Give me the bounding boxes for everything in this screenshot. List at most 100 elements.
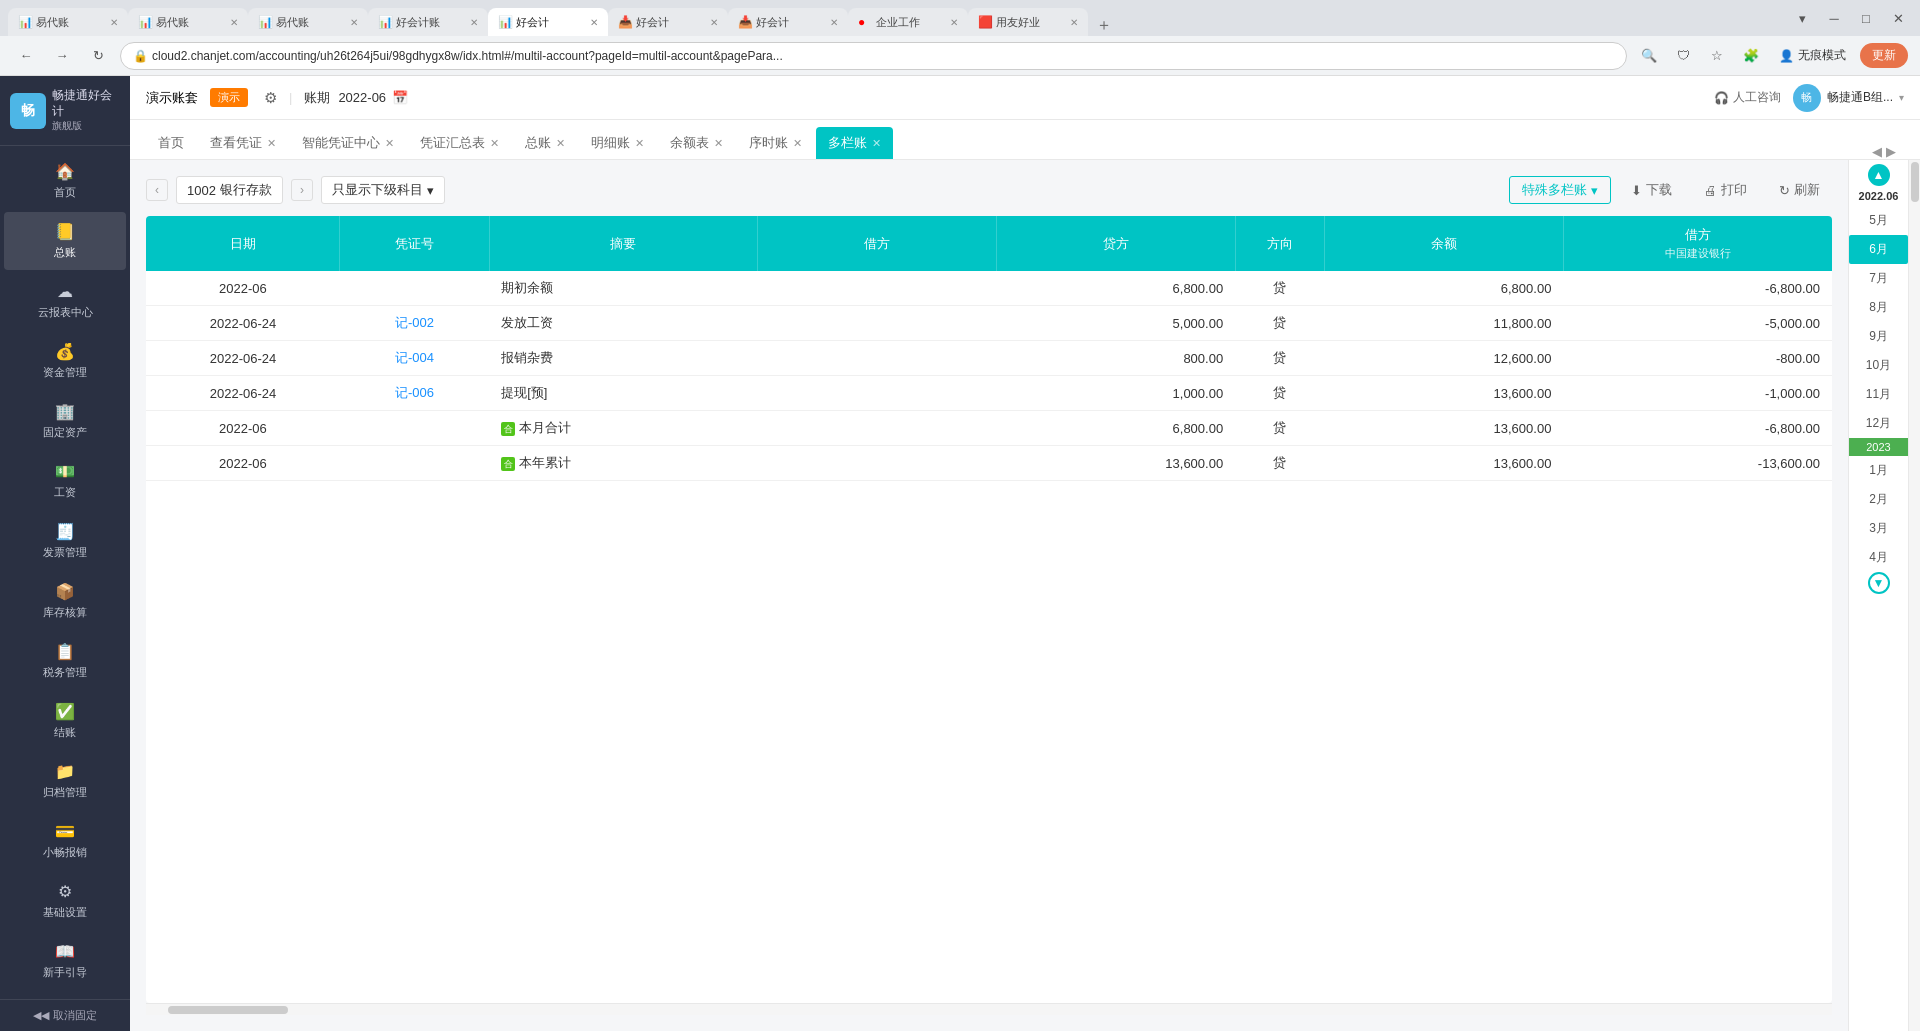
horizontal-scrollbar[interactable] [146, 1003, 1832, 1015]
tab-close-voucher-summary[interactable]: ✕ [490, 137, 499, 150]
sidebar-item-member[interactable]: 👤 畅会员 [4, 992, 126, 999]
browser-tab-1[interactable]: 📊 易代账 ✕ [8, 8, 128, 36]
sidebar-item-report[interactable]: ☁ 云报表中心 [4, 272, 126, 330]
sidebar-item-settings[interactable]: ⚙ 基础设置 [4, 872, 126, 930]
account-prev-button[interactable]: ‹ [146, 179, 168, 201]
h-scroll-thumb[interactable] [168, 1006, 288, 1014]
sidebar-item-fixed[interactable]: 🏢 固定资产 [4, 392, 126, 450]
voucher-link-2[interactable]: 记-004 [395, 350, 434, 365]
cell-voucher-row-2[interactable]: 记-004 [340, 341, 489, 376]
tab-close-8[interactable]: ✕ [950, 17, 958, 28]
browser-tab-3[interactable]: 📊 易代账 ✕ [248, 8, 368, 36]
profile-button[interactable]: 👤 无痕模式 [1771, 43, 1854, 69]
tab-voucher-summary[interactable]: 凭证汇总表 ✕ [408, 127, 511, 159]
tab-list-button[interactable]: ▾ [1790, 6, 1814, 30]
tab-smart-voucher[interactable]: 智能凭证中心 ✕ [290, 127, 406, 159]
vertical-scrollbar[interactable] [1908, 160, 1920, 1031]
browser-tab-7[interactable]: 📥 好会计 ✕ [728, 8, 848, 36]
sidebar-item-guide[interactable]: 📖 新手引导 [4, 932, 126, 990]
browser-tab-4[interactable]: 📊 好会计账 ✕ [368, 8, 488, 36]
tab-voucher-view[interactable]: 查看凭证 ✕ [198, 127, 288, 159]
month-item-2023-4[interactable]: 4月 [1849, 543, 1908, 572]
cell-voucher-row-3[interactable]: 记-006 [340, 376, 489, 411]
minimize-button[interactable]: ─ [1822, 6, 1846, 30]
tab-close-9[interactable]: ✕ [1070, 17, 1078, 28]
star-button[interactable]: ☆ [1703, 42, 1731, 70]
tab-multi-col[interactable]: 多栏账 ✕ [816, 127, 893, 159]
cell-voucher-row-1[interactable]: 记-002 [340, 306, 489, 341]
tab-close-smart-voucher[interactable]: ✕ [385, 137, 394, 150]
browser-tab-5[interactable]: 📊 好会计 ✕ [488, 8, 608, 36]
tab-close-detail-ledger[interactable]: ✕ [635, 137, 644, 150]
month-item-7[interactable]: 7月 [1849, 264, 1908, 293]
tab-close-5[interactable]: ✕ [590, 17, 598, 28]
sidebar-item-salary[interactable]: 💵 工资 [4, 452, 126, 510]
tab-close-6[interactable]: ✕ [710, 17, 718, 28]
month-item-2023-2[interactable]: 2月 [1849, 485, 1908, 514]
tab-sequence[interactable]: 序时账 ✕ [737, 127, 814, 159]
tab-close-2[interactable]: ✕ [230, 17, 238, 28]
forward-button[interactable]: → [48, 42, 76, 70]
voucher-link-3[interactable]: 记-006 [395, 385, 434, 400]
tab-close-3[interactable]: ✕ [350, 17, 358, 28]
sidebar-item-tax[interactable]: 📋 税务管理 [4, 632, 126, 690]
voucher-link-1[interactable]: 记-002 [395, 315, 434, 330]
refresh-button[interactable]: ↻ 刷新 [1767, 177, 1832, 203]
sidebar-item-home[interactable]: 🏠 首页 [4, 152, 126, 210]
month-item-6[interactable]: 6月 [1849, 235, 1908, 264]
tab-home[interactable]: 首页 [146, 127, 196, 159]
sidebar-pin-toggle[interactable]: ◀◀ 取消固定 [0, 999, 130, 1031]
print-button[interactable]: 🖨 打印 [1692, 177, 1759, 203]
tab-close-1[interactable]: ✕ [110, 17, 118, 28]
tab-close-general-ledger[interactable]: ✕ [556, 137, 565, 150]
browser-tab-9[interactable]: 🟥 用友好业 ✕ [968, 8, 1088, 36]
month-item-10[interactable]: 10月 [1849, 351, 1908, 380]
month-item-8[interactable]: 8月 [1849, 293, 1908, 322]
new-tab-button[interactable]: ＋ [1088, 15, 1120, 36]
sidebar-item-closing[interactable]: ✅ 结账 [4, 692, 126, 750]
month-nav-down[interactable]: ▼ [1868, 572, 1890, 594]
tab-close-multi-col[interactable]: ✕ [872, 137, 881, 150]
maximize-button[interactable]: □ [1854, 6, 1878, 30]
collapse-panel-button[interactable]: ◀ ▶ [1864, 144, 1904, 159]
user-area[interactable]: 畅 畅捷通B组... ▾ [1793, 84, 1904, 112]
sidebar-item-ledger[interactable]: 📒 总账 [4, 212, 126, 270]
sidebar-item-expense[interactable]: 💳 小畅报销 [4, 812, 126, 870]
month-item-2023-3[interactable]: 3月 [1849, 514, 1908, 543]
tab-general-ledger[interactable]: 总账 ✕ [513, 127, 577, 159]
multi-col-special-button[interactable]: 特殊多栏账 ▾ [1509, 176, 1611, 204]
filter-selector[interactable]: 只显示下级科目 ▾ [321, 176, 445, 204]
sidebar-item-archive[interactable]: 📁 归档管理 [4, 752, 126, 810]
browser-tab-8[interactable]: ● 企业工作 ✕ [848, 8, 968, 36]
month-item-2023-1[interactable]: 1月 [1849, 456, 1908, 485]
address-input[interactable]: 🔒 cloud2.chanjet.com/accounting/uh26t264… [120, 42, 1627, 70]
month-item-11[interactable]: 11月 [1849, 380, 1908, 409]
browser-tab-2[interactable]: 📊 易代账 ✕ [128, 8, 248, 36]
month-item-9[interactable]: 9月 [1849, 322, 1908, 351]
account-selector[interactable]: 1002 银行存款 [176, 176, 283, 204]
close-window-button[interactable]: ✕ [1886, 6, 1910, 30]
sidebar-item-fund[interactable]: 💰 资金管理 [4, 332, 126, 390]
search-button[interactable]: 🔍 [1635, 42, 1663, 70]
scroll-thumb[interactable] [1911, 162, 1919, 202]
consult-button[interactable]: 🎧 人工咨询 [1714, 89, 1781, 106]
month-nav-up[interactable]: ▲ [1868, 164, 1890, 186]
settings-gear-icon[interactable]: ⚙ [264, 89, 277, 107]
tab-close-voucher-view[interactable]: ✕ [267, 137, 276, 150]
extensions-button[interactable]: 🧩 [1737, 42, 1765, 70]
back-button[interactable]: ← [12, 42, 40, 70]
tab-close-balance[interactable]: ✕ [714, 137, 723, 150]
tab-balance[interactable]: 余额表 ✕ [658, 127, 735, 159]
month-item-12[interactable]: 12月 [1849, 409, 1908, 438]
refresh-button[interactable]: ↻ [84, 42, 112, 70]
month-item-5[interactable]: 5月 [1849, 206, 1908, 235]
update-button[interactable]: 更新 [1860, 43, 1908, 68]
tab-close-4[interactable]: ✕ [470, 17, 478, 28]
tab-close-sequence[interactable]: ✕ [793, 137, 802, 150]
sidebar-item-invoice[interactable]: 🧾 发票管理 [4, 512, 126, 570]
sidebar-item-inventory[interactable]: 📦 库存核算 [4, 572, 126, 630]
tab-detail-ledger[interactable]: 明细账 ✕ [579, 127, 656, 159]
account-next-button[interactable]: › [291, 179, 313, 201]
calendar-icon[interactable]: 📅 [392, 90, 408, 105]
tab-close-7[interactable]: ✕ [830, 17, 838, 28]
